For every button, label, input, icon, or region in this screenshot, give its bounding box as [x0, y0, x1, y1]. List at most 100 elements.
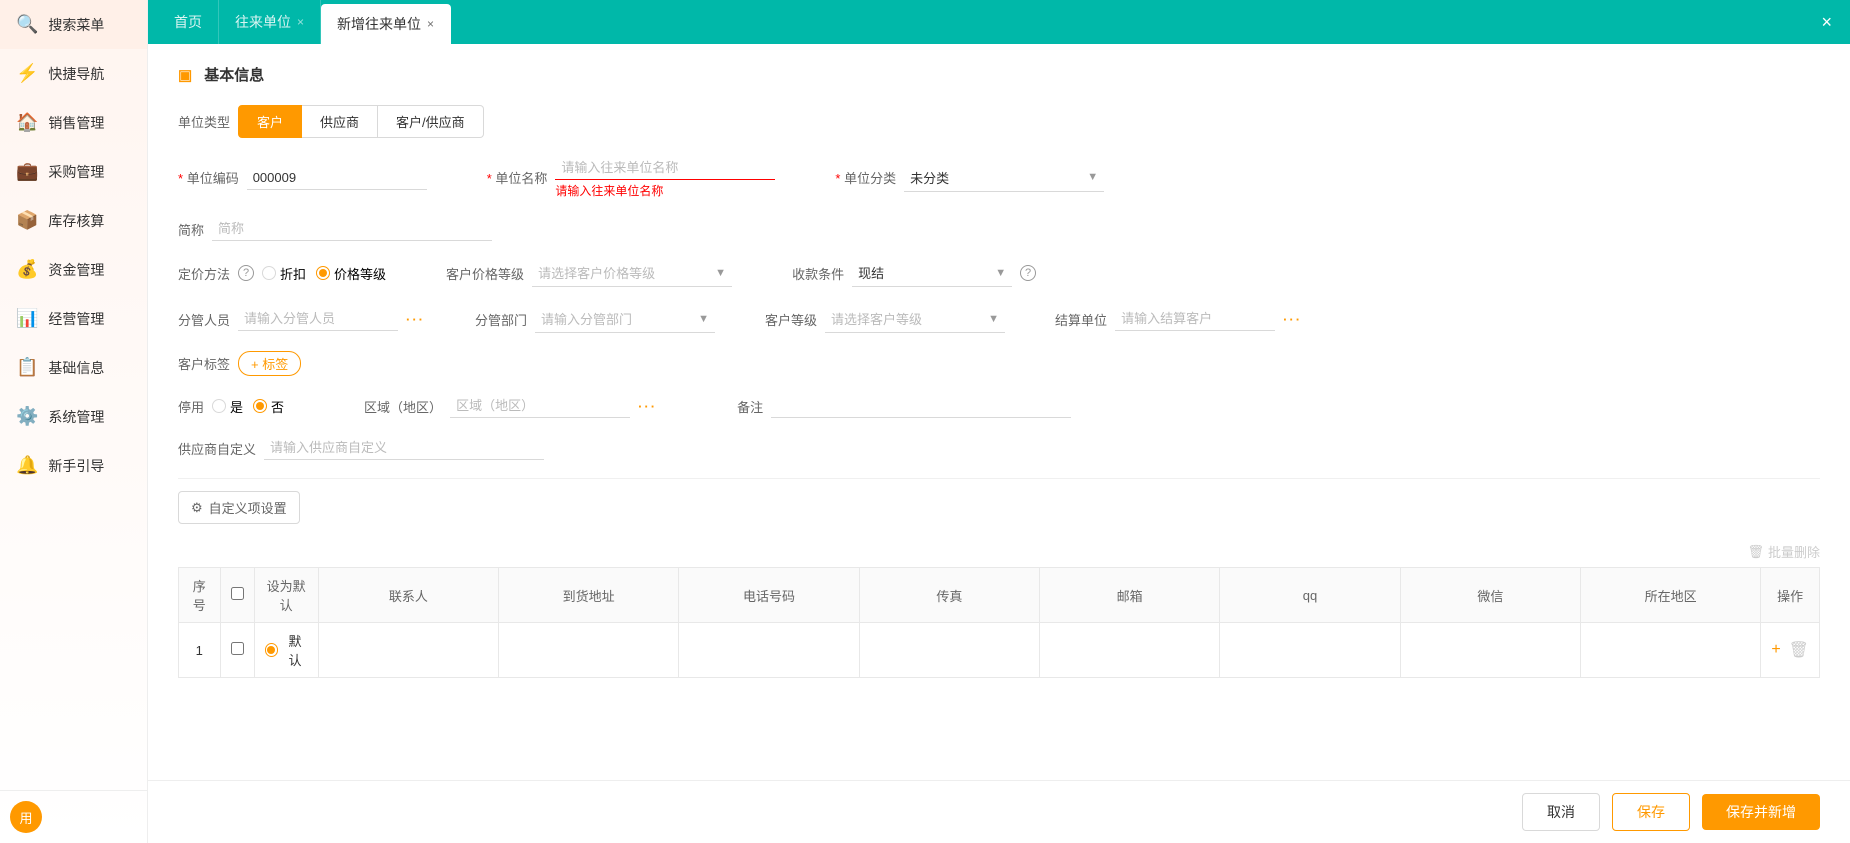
supplier-custom-input[interactable] — [264, 436, 544, 460]
row-email[interactable] — [1040, 623, 1220, 678]
payment-help-icon[interactable]: ? — [1020, 265, 1036, 281]
short-name-row: 简称 — [178, 217, 1820, 241]
avatar: 用 — [10, 801, 42, 833]
row-checkbox[interactable] — [220, 623, 254, 678]
custom-settings-button[interactable]: ⚙ 自定义项设置 — [178, 491, 300, 524]
unit-category-select[interactable]: 未分类 ▼ — [904, 164, 1104, 192]
row-default[interactable]: 默认 — [254, 623, 318, 678]
type-btn-customer[interactable]: 客户 — [238, 105, 302, 138]
unit-code-input[interactable] — [247, 166, 427, 190]
add-tag-button[interactable]: + 标签 — [238, 351, 301, 376]
type-btn-supplier[interactable]: 供应商 — [302, 105, 378, 138]
batch-delete-button[interactable]: 🗑 批量删除 — [1747, 542, 1820, 561]
col-address: 到货地址 — [499, 568, 679, 623]
region-more-icon[interactable]: ··· — [638, 399, 657, 414]
row-select-checkbox[interactable] — [231, 642, 244, 655]
radio-discount-circle — [262, 266, 276, 280]
row-default-radio[interactable]: 默认 — [265, 631, 308, 669]
customer-price-select[interactable]: 请选择客户价格等级 ▼ — [532, 259, 732, 287]
sidebar-item-system[interactable]: ⚙️ 系统管理 — [0, 392, 147, 441]
customer-price-label: 客户价格等级 — [446, 264, 524, 283]
tab-new-counterpart[interactable]: 新增往来单位 × — [321, 4, 451, 44]
guide-icon: 🔔 — [16, 455, 38, 476]
row-region[interactable] — [1580, 623, 1760, 678]
remark-input[interactable] — [771, 394, 1071, 418]
row-contact-input[interactable] — [329, 639, 488, 662]
payment-terms-select[interactable]: 现结 ▼ — [852, 259, 1012, 287]
sidebar-item-basic[interactable]: 📋 基础信息 — [0, 343, 147, 392]
row-phone[interactable] — [679, 623, 859, 678]
disabled-no[interactable]: 否 — [253, 397, 284, 416]
row-wechat-input[interactable] — [1411, 639, 1570, 662]
type-btn-both[interactable]: 客户/供应商 — [378, 105, 484, 138]
row-region-input[interactable] — [1591, 639, 1750, 662]
row-no: 1 — [179, 623, 221, 678]
row-delete-button[interactable]: 🗑 — [1789, 640, 1809, 660]
content-area: ▣ 基本信息 单位类型 客户 供应商 客户/供应商 * 单位编码 — [148, 44, 1850, 780]
radio-level-circle — [316, 266, 330, 280]
row-email-input[interactable] — [1050, 639, 1209, 662]
save-new-button[interactable]: 保存并新增 — [1702, 794, 1820, 830]
pricing-radio-level[interactable]: 价格等级 — [316, 264, 386, 283]
pricing-radio-discount[interactable]: 折扣 — [262, 264, 306, 283]
remark-label: 备注 — [737, 397, 763, 416]
row-phone-input[interactable] — [689, 639, 848, 662]
row-fax[interactable] — [859, 623, 1039, 678]
row-actions: + 🗑 — [1761, 623, 1820, 678]
sidebar-item-finance[interactable]: 💰 资金管理 — [0, 245, 147, 294]
manager-input[interactable] — [238, 307, 398, 331]
manager-more-icon[interactable]: ··· — [406, 312, 425, 327]
row-address-input[interactable] — [509, 639, 668, 662]
operations-icon: 📊 — [16, 308, 38, 329]
disabled-yes[interactable]: 是 — [212, 397, 243, 416]
sidebar-bottom: 用 — [0, 790, 147, 843]
tab-counterpart[interactable]: 往来单位 × — [219, 0, 321, 44]
save-button[interactable]: 保存 — [1612, 793, 1690, 831]
pricing-help-icon[interactable]: ? — [238, 265, 254, 281]
disabled-label: 停用 — [178, 397, 204, 416]
tab-counterpart-close[interactable]: × — [297, 15, 304, 29]
finance-icon: 💰 — [16, 259, 38, 280]
sidebar-item-purchase[interactable]: 💼 采购管理 — [0, 147, 147, 196]
cancel-button[interactable]: 取消 — [1522, 793, 1600, 831]
settings-gear-icon: ⚙ — [191, 500, 203, 516]
unit-name-input[interactable] — [555, 156, 775, 180]
sidebar-item-search[interactable]: 🔍 搜索菜单 — [0, 0, 147, 49]
row-add-button[interactable]: + — [1771, 641, 1780, 659]
unit-name-input-wrapper: 请输入往来单位名称 — [555, 156, 775, 199]
row-qq[interactable] — [1220, 623, 1400, 678]
supplier-custom-group: 供应商自定义 — [178, 436, 544, 460]
tag-row: 客户标签 + 标签 — [178, 351, 1820, 376]
tab-new-counterpart-close[interactable]: × — [427, 17, 434, 31]
tab-home[interactable]: 首页 — [158, 0, 219, 44]
row-fax-input[interactable] — [870, 639, 1029, 662]
short-name-input[interactable] — [212, 217, 492, 241]
sidebar-item-guide[interactable]: 🔔 新手引导 — [0, 441, 147, 490]
region-input[interactable] — [450, 394, 630, 418]
col-contact: 联系人 — [318, 568, 498, 623]
unit-category-chevron: ▼ — [1087, 171, 1098, 183]
row-address[interactable] — [499, 623, 679, 678]
row-qq-input[interactable] — [1230, 639, 1389, 662]
pricing-method-group: 定价方法 ? 折扣 价格等级 — [178, 264, 386, 283]
manager-group: 分管人员 ··· — [178, 307, 425, 331]
department-select[interactable]: 请输入分管部门 ▼ — [535, 305, 715, 333]
settlement-unit-more-icon[interactable]: ··· — [1283, 312, 1302, 327]
row-contact[interactable] — [318, 623, 498, 678]
select-all-checkbox[interactable] — [231, 587, 244, 600]
customer-level-select[interactable]: 请选择客户等级 ▼ — [825, 305, 1005, 333]
sidebar-item-inventory[interactable]: 📦 库存核算 — [0, 196, 147, 245]
table-actions: 🗑 批量删除 — [178, 542, 1820, 561]
row-wechat[interactable] — [1400, 623, 1580, 678]
supplier-custom-row: 供应商自定义 — [178, 436, 1820, 460]
sidebar-item-quick-nav[interactable]: ⚡ 快捷导航 — [0, 49, 147, 98]
sales-icon: 🏠 — [16, 112, 38, 133]
window-close-button[interactable]: × — [1813, 12, 1840, 33]
remark-group: 备注 — [737, 394, 1071, 418]
radio-level-dot — [319, 269, 327, 277]
settlement-unit-input[interactable] — [1115, 307, 1275, 331]
unit-category-label: * 单位分类 — [835, 168, 896, 187]
sidebar-item-sales[interactable]: 🏠 销售管理 — [0, 98, 147, 147]
manager-row: 分管人员 ··· 分管部门 请输入分管部门 ▼ 客户等级 请选择客户等级 ▼ 结… — [178, 305, 1820, 333]
sidebar-item-operations[interactable]: 📊 经营管理 — [0, 294, 147, 343]
